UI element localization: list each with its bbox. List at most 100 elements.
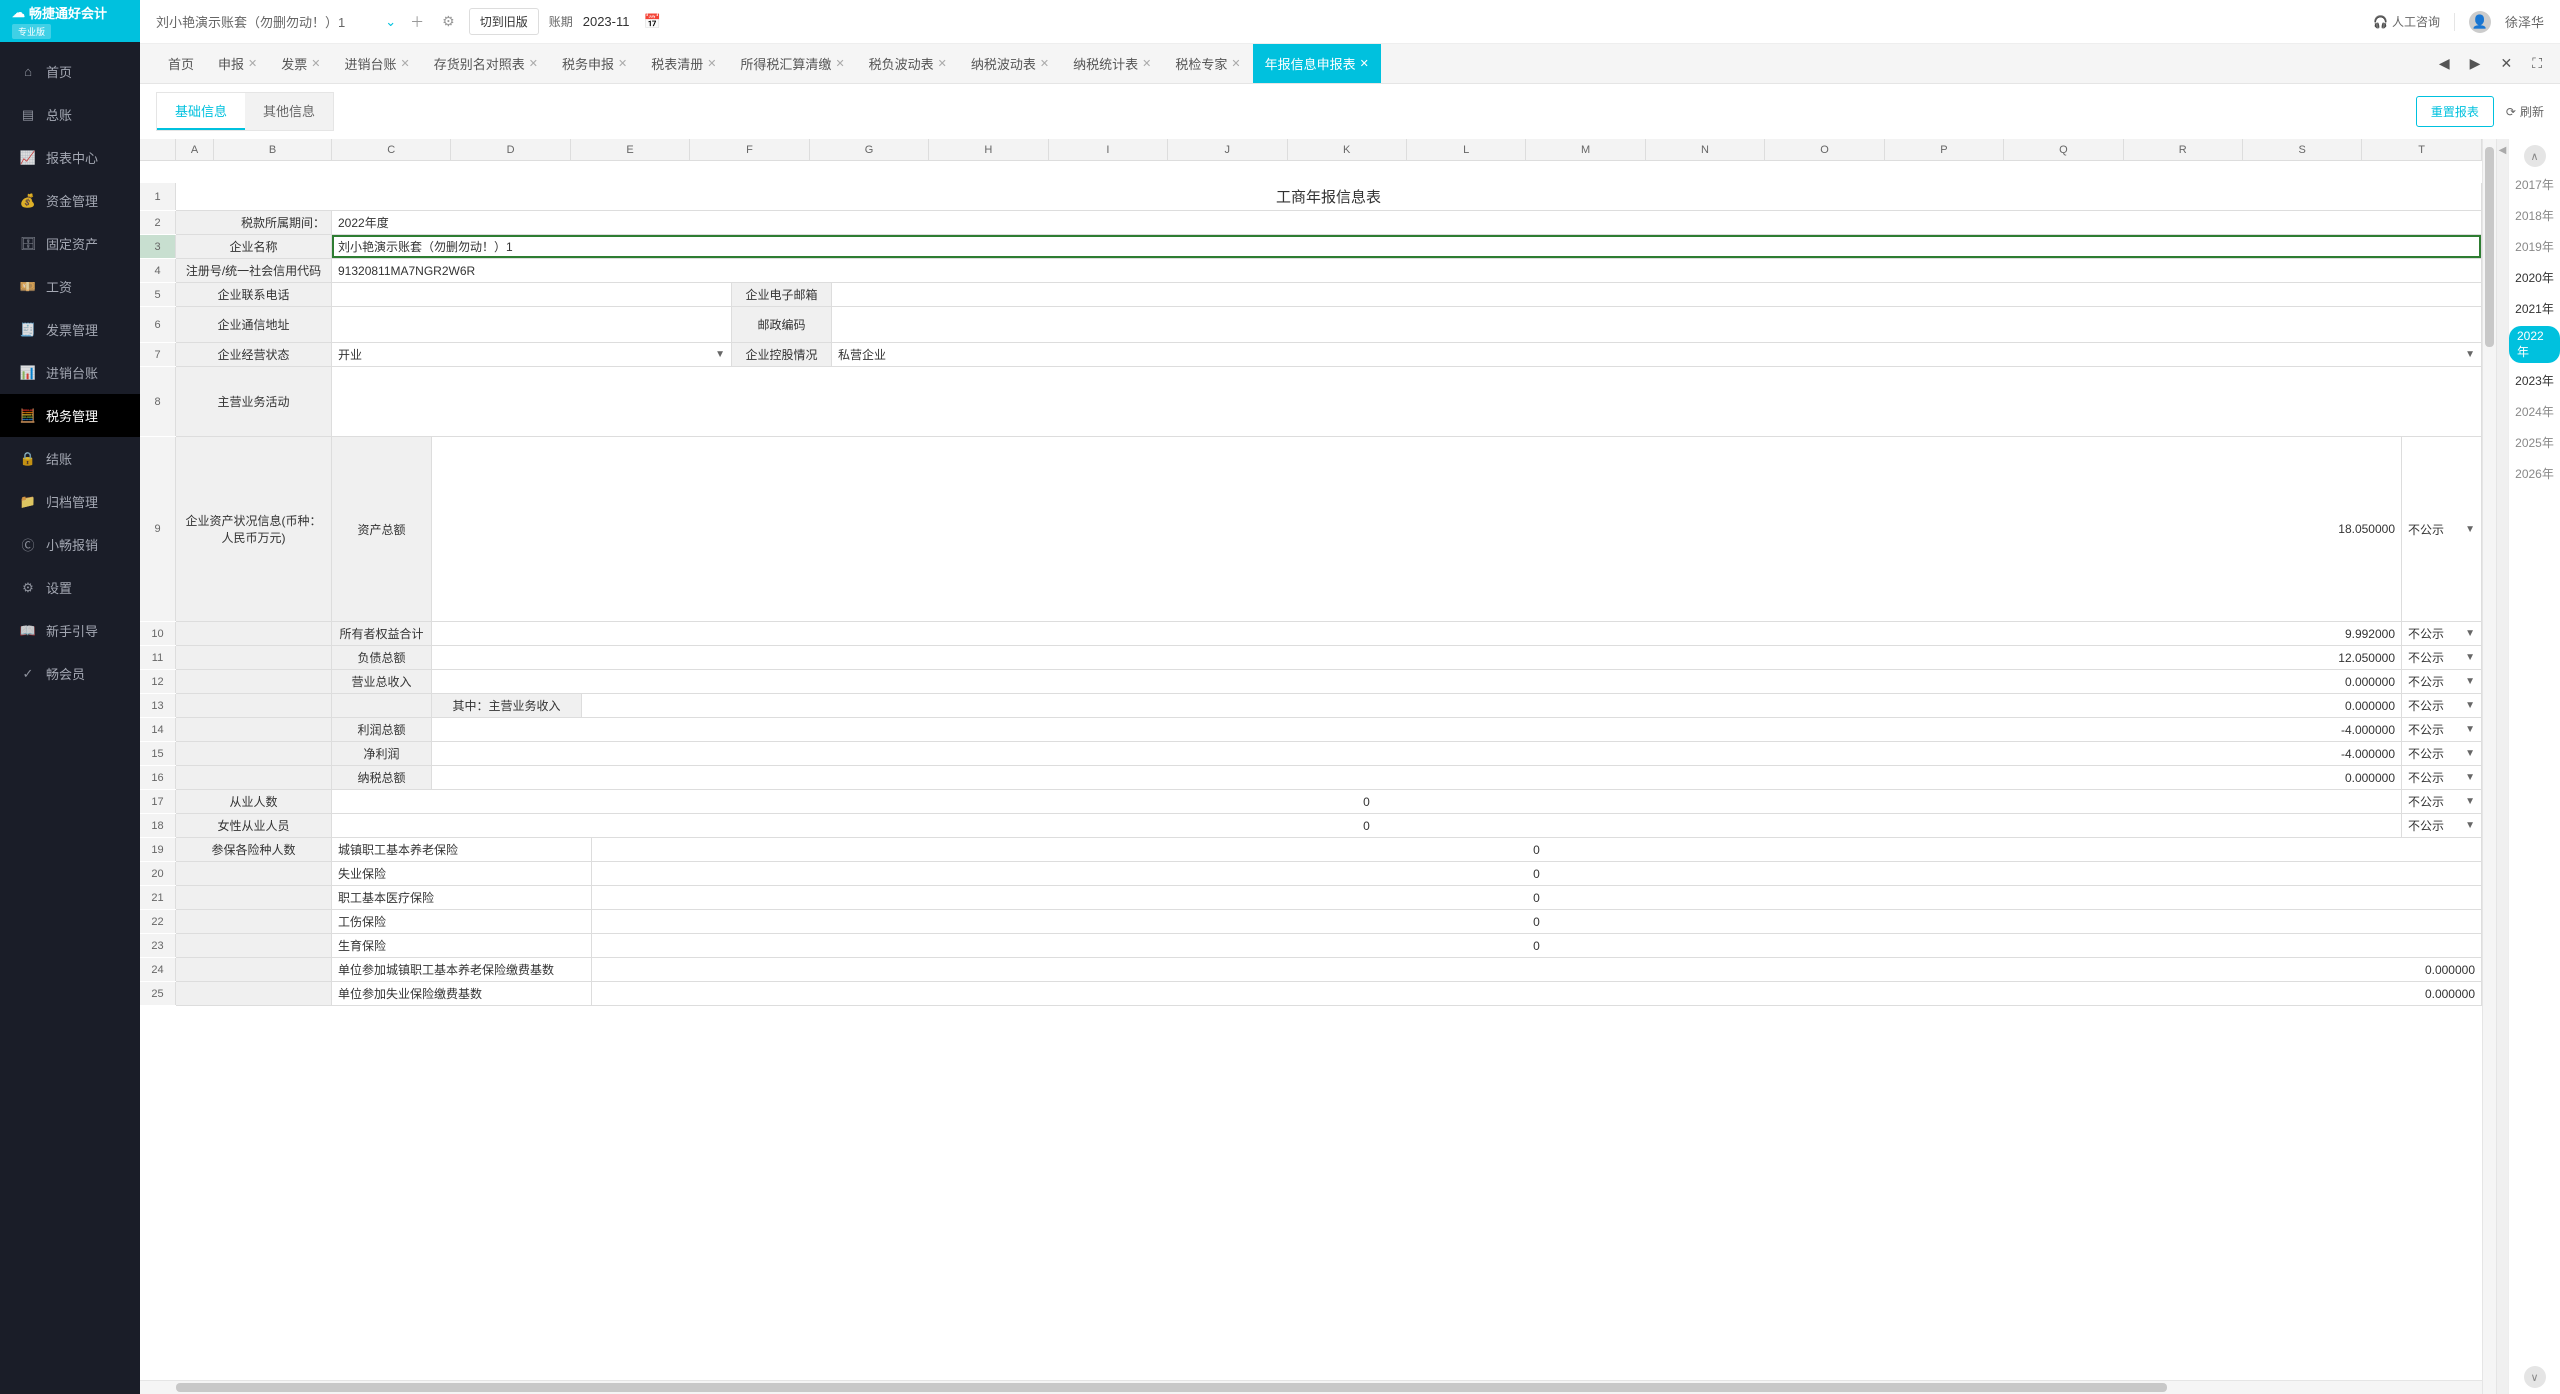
column-header[interactable]: L <box>1407 139 1526 160</box>
tax_paid-value[interactable]: 0.000000 <box>432 766 2402 789</box>
column-header[interactable]: E <box>571 139 690 160</box>
spreadsheet[interactable]: ABCDEFGHIJKLMNOPQRST 1工商年报信息表2税款所属期间：202… <box>140 139 2482 1394</box>
row-header[interactable]: 15 <box>140 742 176 765</box>
holding-value[interactable]: 私营企业▼ <box>832 343 2482 366</box>
inner-tab-0[interactable]: 基础信息 <box>157 93 245 130</box>
unemploy-base-value[interactable]: 0.000000 <box>592 982 2482 1005</box>
row-header[interactable]: 23 <box>140 934 176 957</box>
row-header[interactable]: 24 <box>140 958 176 981</box>
tab-4[interactable]: 存货别名对照表✕ <box>422 44 550 83</box>
row-header[interactable]: 7 <box>140 343 176 366</box>
sidebar-item-money[interactable]: 💰资金管理 <box>0 179 140 222</box>
tab-7[interactable]: 所得税汇算清缴✕ <box>728 44 856 83</box>
female-value[interactable]: 0 <box>332 814 2402 837</box>
row-header[interactable]: 5 <box>140 283 176 306</box>
sidebar-item-guide[interactable]: 📖新手引导 <box>0 609 140 652</box>
main-rev-value[interactable]: 0.000000 <box>582 694 2402 717</box>
year-item[interactable]: 2022年 <box>2509 326 2560 363</box>
tab-11[interactable]: 税检专家✕ <box>1163 44 1252 83</box>
close-icon[interactable]: ✕ <box>938 57 947 70</box>
tabs-next-button[interactable]: ▶ <box>2460 49 2491 78</box>
revenue-value[interactable]: 0.000000 <box>432 670 2402 693</box>
close-icon[interactable]: ✕ <box>707 57 716 70</box>
row-header[interactable]: 8 <box>140 367 176 436</box>
injury-value[interactable]: 0 <box>592 910 2482 933</box>
column-header[interactable]: C <box>332 139 451 160</box>
total_assets-value[interactable]: 18.050000 <box>432 437 2402 621</box>
year-item[interactable]: 2023年 <box>2509 367 2560 394</box>
row-header[interactable]: 9 <box>140 437 176 621</box>
phone-value[interactable] <box>332 283 732 306</box>
column-header[interactable]: R <box>2124 139 2243 160</box>
row-header[interactable]: 20 <box>140 862 176 885</box>
tabs-prev-button[interactable]: ◀ <box>2429 49 2460 78</box>
year-down-button[interactable]: ∨ <box>2524 1366 2546 1388</box>
close-icon[interactable]: ✕ <box>618 57 627 70</box>
pension-base-value[interactable]: 0.000000 <box>592 958 2482 981</box>
maternity-value[interactable]: 0 <box>592 934 2482 957</box>
row-header[interactable]: 6 <box>140 307 176 342</box>
sidebar-item-chart[interactable]: 📈报表中心 <box>0 136 140 179</box>
row-header[interactable]: 2 <box>140 211 176 234</box>
disclose-select[interactable]: 不公示▼ <box>2402 742 2482 765</box>
addr-value[interactable] <box>332 307 732 342</box>
row-header[interactable]: 1 <box>140 183 176 210</box>
tab-12[interactable]: 年报信息申报表✕ <box>1253 44 1381 83</box>
disclose-select[interactable]: 不公示▼ <box>2402 790 2482 813</box>
row-header[interactable]: 4 <box>140 259 176 282</box>
tab-8[interactable]: 税负波动表✕ <box>857 44 959 83</box>
disclose-select[interactable]: 不公示▼ <box>2402 814 2482 837</box>
year-up-button[interactable]: ∧ <box>2524 145 2546 167</box>
row-header[interactable]: 13 <box>140 694 176 717</box>
tab-5[interactable]: 税务申报✕ <box>550 44 639 83</box>
vertical-scrollbar[interactable] <box>2482 139 2496 1394</box>
tab-9[interactable]: 纳税波动表✕ <box>959 44 1061 83</box>
column-header[interactable]: H <box>929 139 1048 160</box>
sidebar-item-purchase[interactable]: 📊进销台账 <box>0 351 140 394</box>
switch-old-version-button[interactable]: 切到旧版 <box>469 8 539 35</box>
column-header[interactable]: F <box>690 139 809 160</box>
tab-6[interactable]: 税表清册✕ <box>639 44 728 83</box>
row-header[interactable]: 22 <box>140 910 176 933</box>
column-header[interactable]: S <box>2243 139 2362 160</box>
tab-2[interactable]: 发票✕ <box>269 44 332 83</box>
close-icon[interactable]: ✕ <box>1231 57 1240 70</box>
row-header[interactable]: 21 <box>140 886 176 909</box>
zip-value[interactable] <box>832 307 2482 342</box>
close-icon[interactable]: ✕ <box>529 57 538 70</box>
close-icon[interactable]: ✕ <box>248 57 257 70</box>
owner_equity-value[interactable]: 9.992000 <box>432 622 2402 645</box>
column-header[interactable]: K <box>1288 139 1407 160</box>
tab-0[interactable]: 首页 <box>156 44 206 83</box>
row-header[interactable]: 11 <box>140 646 176 669</box>
row-header[interactable]: 12 <box>140 670 176 693</box>
period-value[interactable]: 2022年度 <box>332 211 2482 234</box>
sidebar-item-vip[interactable]: ✓畅会员 <box>0 652 140 695</box>
sidebar-item-discount[interactable]: Ⓒ小畅报销 <box>0 523 140 566</box>
unemploy-value[interactable]: 0 <box>592 862 2482 885</box>
column-header[interactable]: N <box>1646 139 1765 160</box>
row-header[interactable]: 14 <box>140 718 176 741</box>
support-link[interactable]: 🎧 人工咨询 <box>2373 13 2440 30</box>
profit-value[interactable]: -4.000000 <box>432 718 2402 741</box>
toggle-year-panel[interactable]: ◀ <box>2496 139 2508 1394</box>
close-icon[interactable]: ✕ <box>401 57 410 70</box>
close-icon[interactable]: ✕ <box>1142 57 1151 70</box>
add-account-button[interactable]: ＋ <box>406 8 428 36</box>
liabilities-value[interactable]: 12.050000 <box>432 646 2402 669</box>
close-icon[interactable]: ✕ <box>311 57 320 70</box>
user-avatar[interactable]: 👤 <box>2469 11 2491 33</box>
disclose-select[interactable]: 不公示▼ <box>2402 670 2482 693</box>
column-header[interactable]: G <box>810 139 929 160</box>
sidebar-item-asset[interactable]: 🗄固定资产 <box>0 222 140 265</box>
disclose-select[interactable]: 不公示▼ <box>2402 622 2482 645</box>
period-value[interactable]: 2023-11 <box>583 14 630 29</box>
pension-value[interactable]: 0 <box>592 838 2482 861</box>
row-header[interactable]: 3 <box>140 235 176 258</box>
sidebar-item-archive[interactable]: 📁归档管理 <box>0 480 140 523</box>
calendar-icon[interactable]: 📅 <box>639 9 664 34</box>
username[interactable]: 徐泽华 <box>2505 12 2544 31</box>
close-icon[interactable]: ✕ <box>835 57 844 70</box>
year-item[interactable]: 2020年 <box>2509 264 2560 291</box>
disclose-select[interactable]: 不公示▼ <box>2402 437 2482 621</box>
